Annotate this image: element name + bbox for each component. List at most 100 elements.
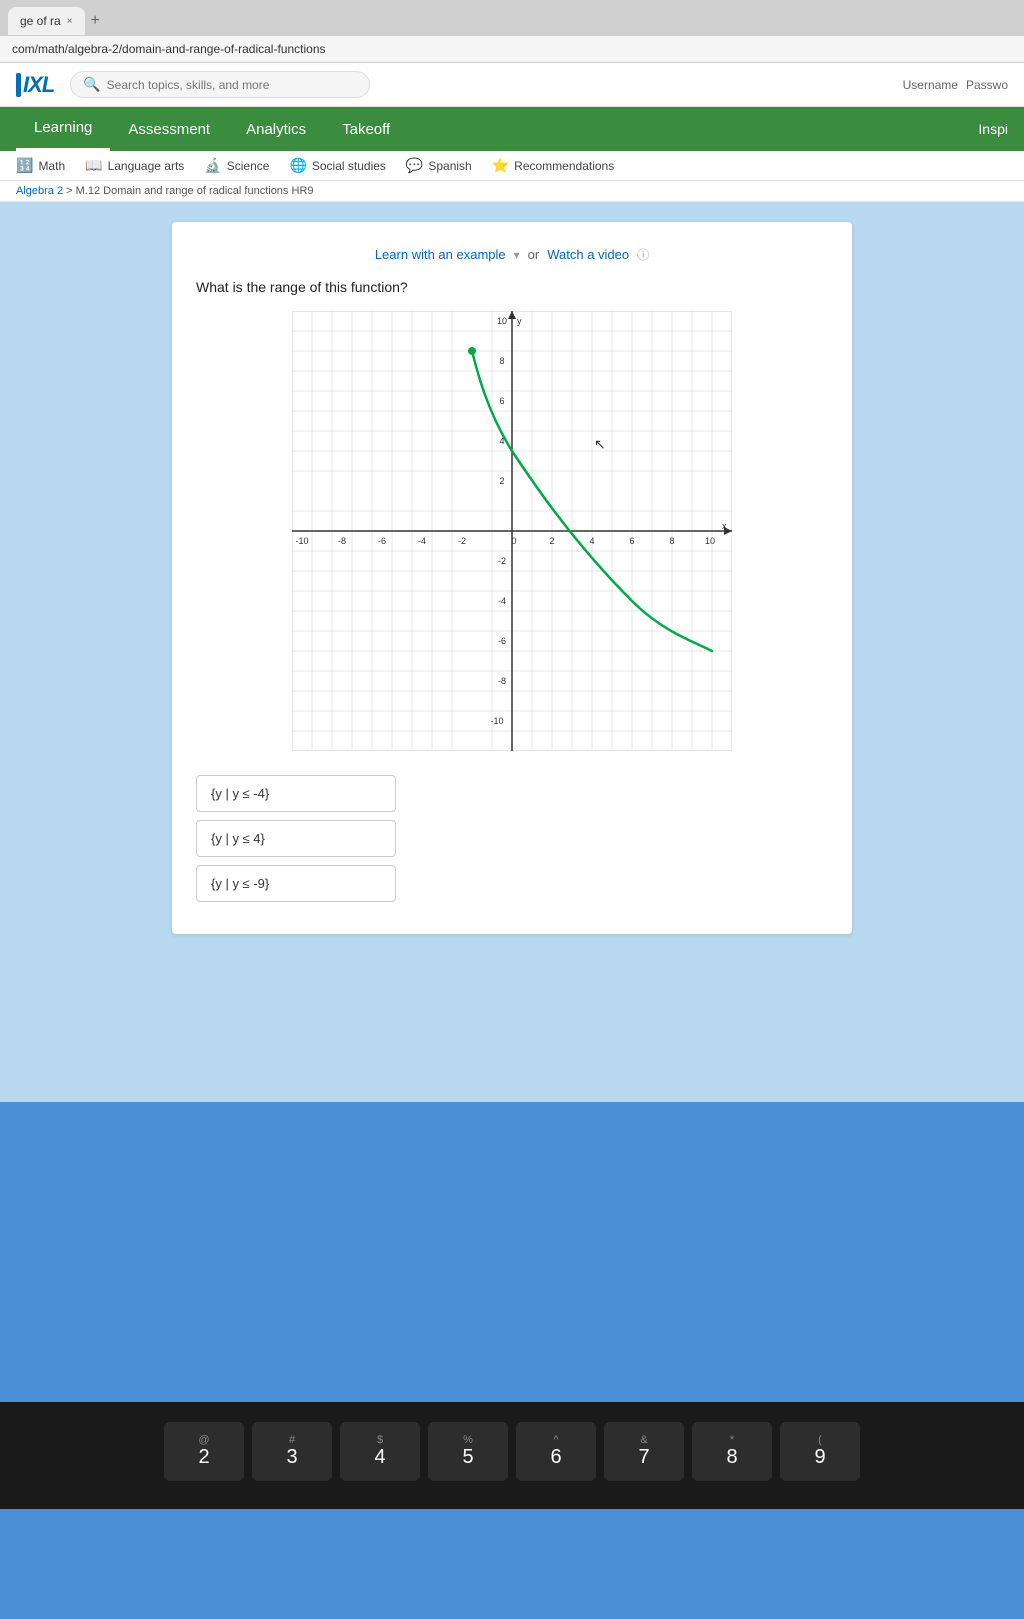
- password-label: Passwo: [966, 78, 1008, 92]
- key-main-6: 6: [532, 1446, 580, 1469]
- logo-bar: [16, 73, 21, 97]
- subject-math-label: Math: [38, 159, 65, 173]
- svg-text:-6: -6: [498, 636, 506, 646]
- key-2[interactable]: @ 2: [164, 1422, 244, 1481]
- svg-text:-2: -2: [458, 536, 466, 546]
- svg-text:10: 10: [497, 316, 507, 326]
- ixl-logo[interactable]: IXL: [16, 72, 54, 98]
- new-tab-button[interactable]: +: [85, 12, 106, 30]
- search-icon: 🔍: [83, 76, 100, 93]
- subject-bar: 🔢 Math 📖 Language arts 🔬 Science 🌐 Socia…: [0, 151, 1024, 181]
- content-card: Learn with an example ▾ or Watch a video…: [172, 222, 852, 934]
- key-symbol-lparen: (: [796, 1434, 844, 1446]
- subject-language-arts[interactable]: 📖 Language arts: [85, 157, 184, 174]
- breadcrumb-code: HR9: [292, 185, 314, 197]
- key-main-5: 5: [444, 1446, 492, 1469]
- function-graph: -10 -8 -6 -4 -2 0 2 4 6 8 10 x 10 y 8 6 …: [292, 311, 732, 751]
- breadcrumb: Algebra 2 > M.12 Domain and range of rad…: [0, 181, 1024, 202]
- svg-text:-10: -10: [295, 536, 308, 546]
- ixl-header: IXL 🔍 Username Passwo: [0, 63, 1024, 107]
- answer-choices: {y | y ≤ -4} {y | y ≤ 4} {y | y ≤ -9}: [196, 775, 828, 902]
- nav-assessment[interactable]: Assessment: [110, 107, 228, 151]
- svg-text:6: 6: [629, 536, 634, 546]
- key-4[interactable]: $ 4: [340, 1422, 420, 1481]
- svg-text:2: 2: [549, 536, 554, 546]
- subject-language-arts-label: Language arts: [108, 159, 185, 173]
- key-symbol-caret: ^: [532, 1434, 580, 1446]
- math-icon: 🔢: [16, 157, 33, 174]
- watch-video-link[interactable]: Watch a video: [547, 247, 629, 262]
- header-right: Username Passwo: [903, 78, 1008, 92]
- url-text: com/math/algebra-2/domain-and-range-of-r…: [12, 42, 326, 56]
- subject-spanish[interactable]: 💬 Spanish: [406, 157, 472, 174]
- subject-recommendations-label: Recommendations: [514, 159, 614, 173]
- key-main-4: 4: [356, 1446, 404, 1469]
- svg-text:0: 0: [511, 536, 516, 546]
- browser-tab[interactable]: ge of ra ×: [8, 7, 85, 35]
- key-main-7: 7: [620, 1446, 668, 1469]
- learn-example-link[interactable]: Learn with an example: [375, 247, 506, 262]
- key-5[interactable]: % 5: [428, 1422, 508, 1481]
- key-main-8: 8: [708, 1446, 756, 1469]
- key-symbol-dollar: $: [356, 1434, 404, 1446]
- spanish-icon: 💬: [406, 157, 423, 174]
- key-6[interactable]: ^ 6: [516, 1422, 596, 1481]
- breadcrumb-level2: M.12 Domain and range of radical functio…: [76, 185, 289, 197]
- key-3[interactable]: # 3: [252, 1422, 332, 1481]
- svg-text:4: 4: [589, 536, 594, 546]
- svg-text:8: 8: [499, 356, 504, 366]
- subject-spanish-label: Spanish: [428, 159, 471, 173]
- breadcrumb-level1[interactable]: Algebra 2: [16, 185, 63, 197]
- subject-science-label: Science: [227, 159, 270, 173]
- svg-text:10: 10: [705, 536, 715, 546]
- svg-text:-4: -4: [498, 596, 506, 606]
- subject-science[interactable]: 🔬 Science: [204, 157, 269, 174]
- svg-text:8: 8: [669, 536, 674, 546]
- nav-inspi: Inspi: [978, 121, 1008, 137]
- key-7[interactable]: & 7: [604, 1422, 684, 1481]
- tab-title: ge of ra: [20, 14, 61, 28]
- tab-close-button[interactable]: ×: [67, 16, 73, 27]
- graph-container: -10 -8 -6 -4 -2 0 2 4 6 8 10 x 10 y 8 6 …: [196, 311, 828, 751]
- question-text: What is the range of this function?: [196, 279, 828, 295]
- key-symbol-ampersand: &: [620, 1434, 668, 1446]
- address-bar[interactable]: com/math/algebra-2/domain-and-range-of-r…: [0, 36, 1024, 63]
- subject-math[interactable]: 🔢 Math: [16, 157, 65, 174]
- svg-text:-10: -10: [490, 716, 503, 726]
- key-main-2: 2: [180, 1446, 228, 1469]
- logo-text: IXL: [23, 72, 54, 98]
- nav-bar: Learning Assessment Analytics Takeoff In…: [0, 107, 1024, 151]
- key-9[interactable]: ( 9: [780, 1422, 860, 1481]
- username-label: Username: [903, 78, 958, 92]
- key-symbol-asterisk: *: [708, 1434, 756, 1446]
- subject-social-studies-label: Social studies: [312, 159, 386, 173]
- keyboard-row: @ 2 # 3 $ 4 % 5 ^ 6 & 7 * 8 ( 9: [20, 1422, 1004, 1481]
- keyboard-area: @ 2 # 3 $ 4 % 5 ^ 6 & 7 * 8 ( 9: [0, 1402, 1024, 1509]
- answer-choice-0[interactable]: {y | y ≤ -4}: [196, 775, 396, 812]
- nav-learning[interactable]: Learning: [16, 107, 110, 151]
- svg-text:-4: -4: [418, 536, 426, 546]
- nav-analytics[interactable]: Analytics: [228, 107, 324, 151]
- browser-chrome: ge of ra × + com/math/algebra-2/domain-a…: [0, 0, 1024, 63]
- nav-takeoff[interactable]: Takeoff: [324, 107, 408, 151]
- svg-text:y: y: [517, 316, 522, 326]
- tab-bar: ge of ra × +: [0, 0, 1024, 36]
- svg-text:-8: -8: [338, 536, 346, 546]
- svg-text:2: 2: [499, 476, 504, 486]
- svg-text:-2: -2: [498, 556, 506, 566]
- key-8[interactable]: * 8: [692, 1422, 772, 1481]
- subject-social-studies[interactable]: 🌐 Social studies: [289, 157, 385, 174]
- svg-text:-8: -8: [498, 676, 506, 686]
- science-icon: 🔬: [204, 157, 221, 174]
- subject-recommendations[interactable]: ⭐ Recommendations: [492, 157, 615, 174]
- answer-choice-2[interactable]: {y | y ≤ -9}: [196, 865, 396, 902]
- learn-bar: Learn with an example ▾ or Watch a video…: [196, 246, 828, 263]
- key-symbol-hash: #: [268, 1434, 316, 1446]
- recommendations-icon: ⭐: [492, 157, 509, 174]
- key-symbol-at: @: [180, 1434, 228, 1446]
- svg-text:↖: ↖: [594, 436, 606, 452]
- search-bar[interactable]: 🔍: [70, 71, 370, 98]
- language-arts-icon: 📖: [85, 157, 102, 174]
- search-input[interactable]: [107, 78, 358, 92]
- answer-choice-1[interactable]: {y | y ≤ 4}: [196, 820, 396, 857]
